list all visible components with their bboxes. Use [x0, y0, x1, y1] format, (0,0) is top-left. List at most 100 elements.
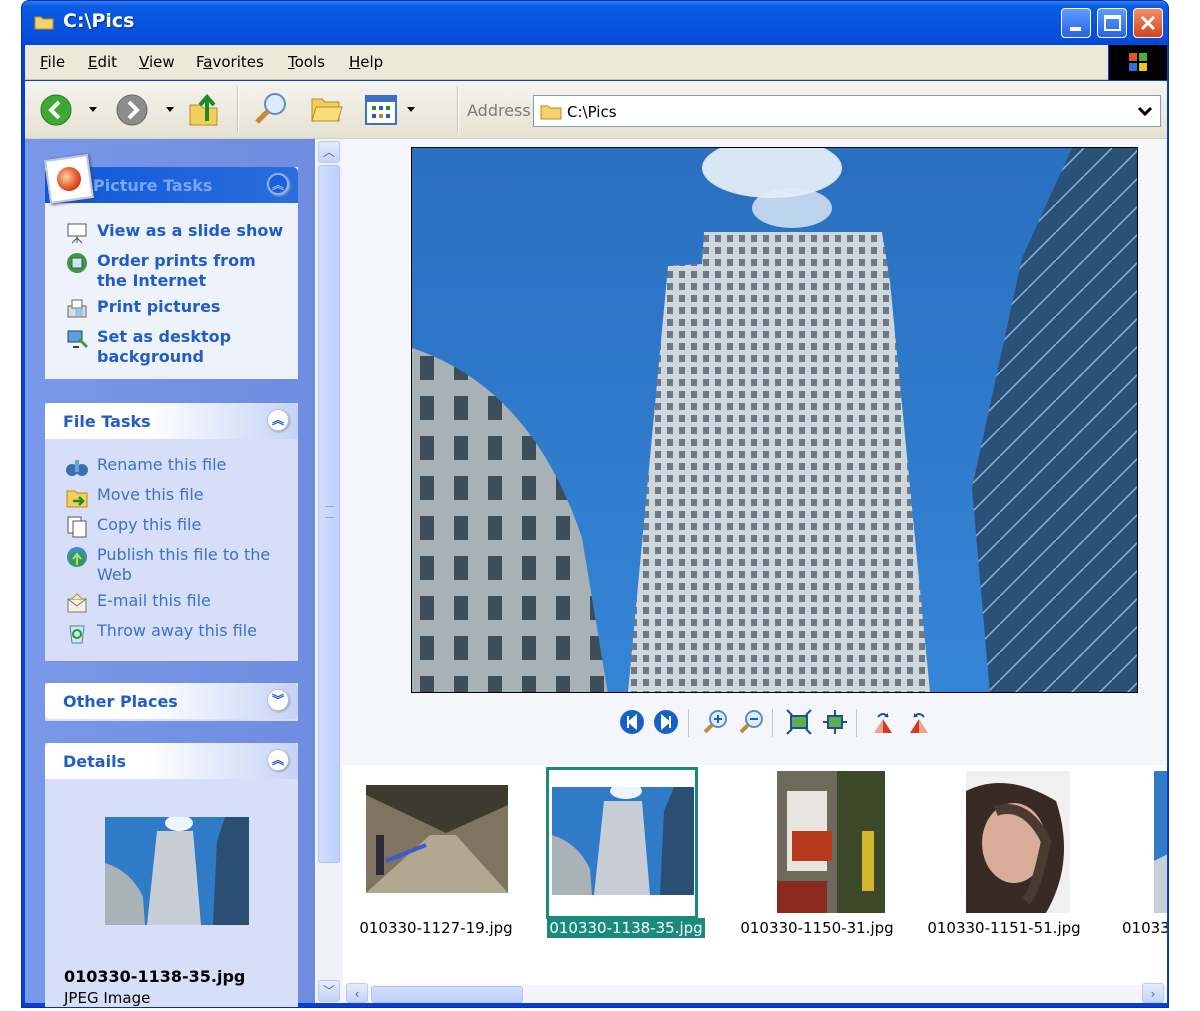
thumbnail-label: 010330- [1122, 919, 1167, 937]
folder-icon [34, 16, 54, 30]
file-tasks-header[interactable]: File Tasks ︽ [45, 403, 298, 439]
other-places-header[interactable]: Other Places ︾ [45, 683, 298, 719]
thumbnail-label: 010330-1150-31.jpg [740, 919, 894, 937]
recycle-icon [69, 625, 85, 644]
minimize-icon [1070, 27, 1081, 31]
minimize-button[interactable] [1061, 8, 1091, 38]
scroll-thumb[interactable] [318, 165, 340, 863]
actual-size-icon[interactable] [822, 709, 848, 735]
thumbnail-image [366, 785, 508, 893]
file-tasks-panel: File Tasks ︽ Rename this file Move this … [45, 403, 298, 661]
task-order-prints[interactable]: Order prints from the Internet [97, 251, 287, 291]
thumbnail-item-selected[interactable]: 010330-1138-35.jpg [536, 765, 705, 965]
close-button[interactable] [1133, 8, 1163, 38]
panel-title: File Tasks [63, 412, 151, 431]
task-print-pictures[interactable]: Print pictures [97, 297, 220, 317]
task-set-desktop-background[interactable]: Set as desktop background [97, 327, 277, 367]
scroll-down-button[interactable]: ﹀ [318, 980, 340, 1002]
task-delete-file[interactable]: Throw away this file [97, 621, 257, 641]
picture-tasks-panel: Picture Tasks ︽ View as a slide show Ord… [44, 154, 298, 379]
maximize-icon [1104, 15, 1121, 31]
details-header[interactable]: Details ︽ [45, 743, 298, 779]
zoom-in-icon[interactable] [702, 709, 728, 735]
back-icon[interactable] [39, 93, 73, 127]
rename-icon [66, 460, 88, 476]
task-email-file[interactable]: E-mail this file [97, 591, 211, 611]
maximize-button[interactable] [1097, 8, 1127, 38]
task-rename-file[interactable]: Rename this file [97, 455, 226, 475]
task-publish-web[interactable]: Publish this file to the Web [97, 545, 277, 585]
thumbnail-item[interactable]: 010330-1127-19.jpg [346, 765, 513, 965]
details-panel: Details ︽ 010330-1138-35.jpg JPEG Image [45, 743, 298, 1007]
picture-icon [44, 154, 94, 204]
thumbnail-image [777, 771, 885, 913]
close-icon [1140, 15, 1156, 31]
search-icon[interactable] [253, 91, 289, 127]
collapse-icon[interactable]: ︽ [267, 409, 289, 431]
address-value: C:\Pics [567, 103, 617, 121]
scroll-right-button[interactable]: › [1142, 983, 1164, 1003]
collapse-icon[interactable]: ︽ [267, 749, 289, 771]
panel-title: Details [63, 752, 127, 771]
task-pane-scrollbar[interactable]: ︿ ﹀ [316, 139, 342, 1003]
forward-dropdown[interactable] [166, 107, 174, 112]
address-dropdown-button[interactable] [1132, 98, 1158, 124]
details-thumbnail [105, 817, 249, 925]
panel-title: Picture Tasks [93, 176, 213, 195]
task-move-file[interactable]: Move this file [97, 485, 204, 505]
rotate-counterclockwise-icon[interactable] [906, 709, 932, 735]
desktop-background-icon [67, 330, 89, 349]
task-view-slideshow[interactable]: View as a slide show [97, 221, 283, 241]
expand-icon[interactable]: ︾ [267, 689, 289, 711]
address-bar[interactable]: C:\Pics [533, 95, 1161, 127]
menu-help[interactable]: Help [349, 53, 383, 71]
toolbar-separator [237, 87, 239, 133]
forward-icon[interactable] [115, 93, 149, 127]
chevron-down-icon: ﹀ [322, 984, 335, 998]
windows-logo [1109, 45, 1167, 80]
menu-view[interactable]: View [139, 53, 175, 71]
address-label: Address [467, 101, 531, 120]
content-area: Picture Tasks ︽ View as a slide show Ord… [25, 139, 1167, 1007]
views-dropdown[interactable] [407, 107, 415, 112]
up-folder-icon[interactable] [187, 91, 221, 129]
menu-file[interactable]: File [40, 53, 65, 71]
views-icon[interactable] [365, 95, 397, 125]
scroll-thumb[interactable] [371, 986, 523, 1003]
menu-tools[interactable]: Tools [288, 53, 325, 71]
menu-edit[interactable]: Edit [88, 53, 117, 71]
task-pane: Picture Tasks ︽ View as a slide show Ord… [25, 139, 315, 1007]
previous-image-icon[interactable] [619, 709, 645, 735]
details-file-type: JPEG Image [64, 989, 151, 1007]
thumbnail-image [1154, 771, 1167, 913]
folders-icon[interactable] [309, 93, 345, 125]
copy-icon [67, 516, 87, 538]
best-fit-icon[interactable] [786, 709, 812, 735]
picture-tasks-header[interactable]: Picture Tasks ︽ [44, 154, 298, 204]
collapse-icon[interactable]: ︽ [267, 173, 289, 195]
menu-favorites[interactable]: Favorites [196, 53, 264, 71]
zoom-out-icon[interactable] [738, 709, 764, 735]
thumbnail-image [552, 787, 694, 895]
thumbnail-item[interactable]: 010330- [1100, 765, 1167, 965]
back-dropdown[interactable] [89, 107, 97, 112]
toolbar-separator [457, 87, 459, 133]
thumbnail-item[interactable]: 010330-1150-31.jpg [727, 765, 894, 965]
task-copy-file[interactable]: Copy this file [97, 515, 201, 535]
grip-icon [325, 506, 334, 518]
next-image-icon[interactable] [653, 709, 679, 735]
toolbar-separator [856, 709, 857, 737]
toolbar-separator [688, 709, 689, 737]
slideshow-icon [67, 223, 87, 244]
scroll-left-button[interactable]: ‹ [346, 983, 368, 1003]
rotate-clockwise-icon[interactable] [870, 709, 896, 735]
filmstrip-scrollbar[interactable]: ‹ › [343, 983, 1167, 1003]
thumbnail-label: 010330-1138-35.jpg [547, 918, 705, 938]
thumbnail-item[interactable]: 010330-1151-51.jpg [914, 765, 1081, 965]
scroll-up-button[interactable]: ︿ [318, 141, 340, 163]
building-photo-thumbnail [105, 817, 249, 925]
thumbnail-image [966, 771, 1070, 913]
folder-icon [540, 105, 562, 120]
panel-title: Other Places [63, 692, 178, 711]
building-photo [412, 148, 1137, 692]
